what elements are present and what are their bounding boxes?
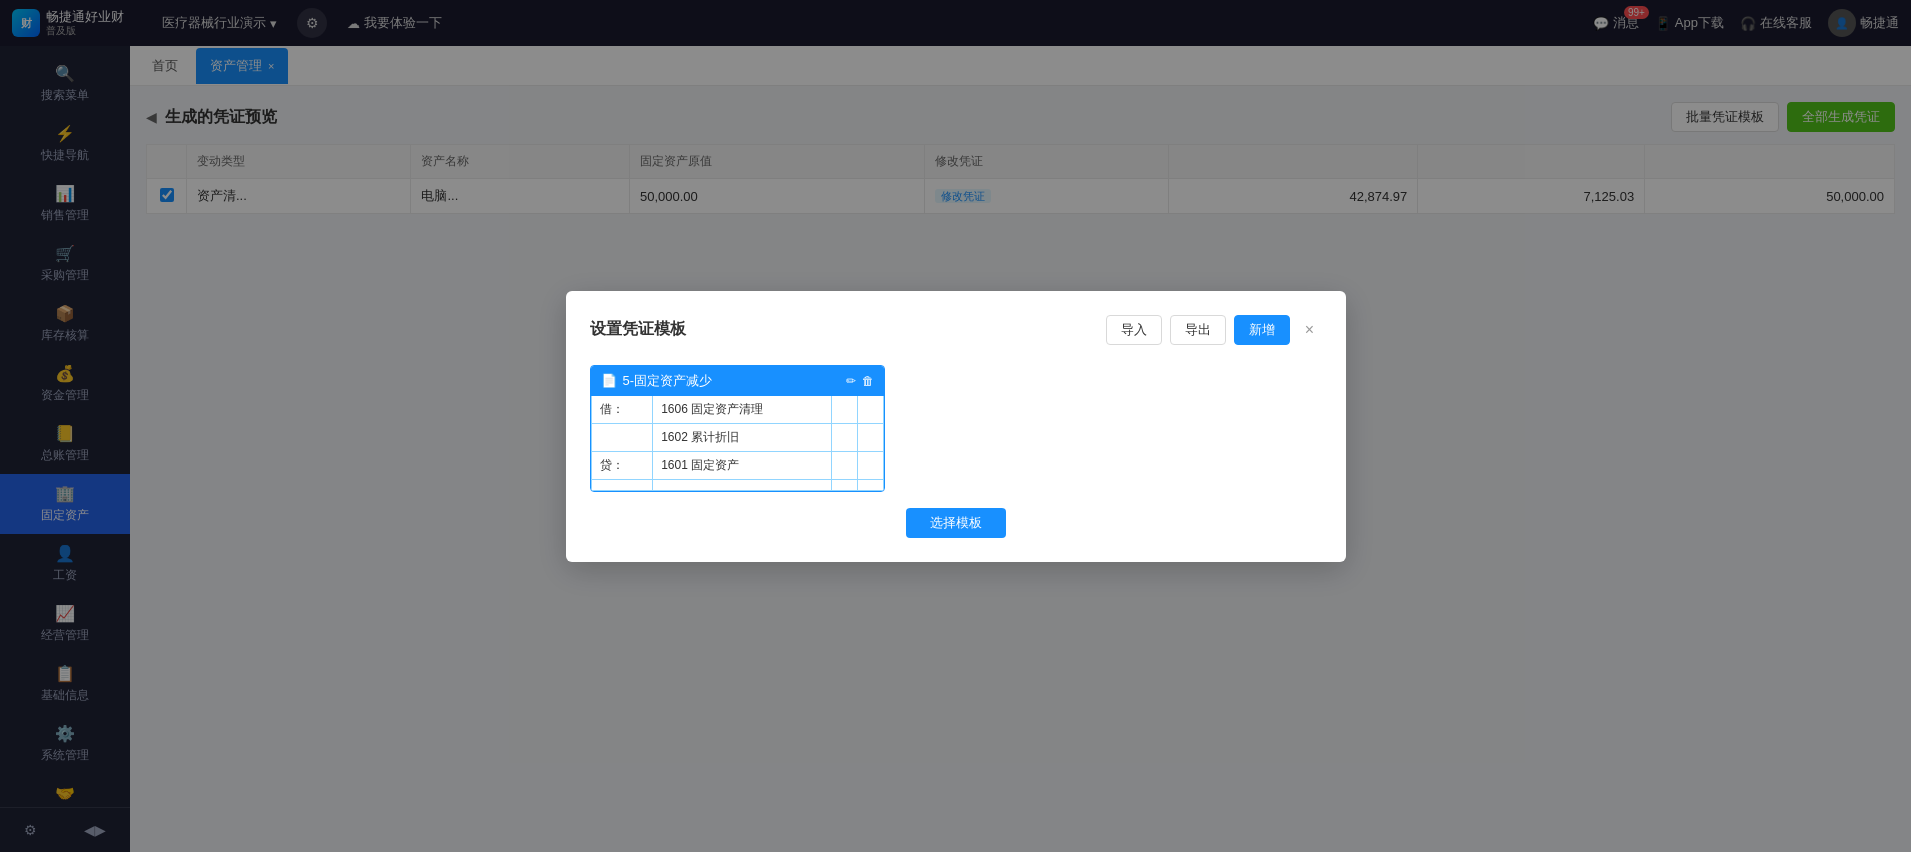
template-row-empty: [591, 479, 883, 490]
template-card-header-left: 📄 5-固定资产减少: [601, 372, 713, 390]
credit-amount-col2: [857, 451, 883, 479]
debit-label: 借：: [591, 396, 653, 424]
empty-col4: [857, 479, 883, 490]
debit-amount-col4: [857, 423, 883, 451]
credit-code-1601: 1601 固定资产: [653, 451, 832, 479]
template-card: 📄 5-固定资产减少 ✏ 🗑 借： 1606 固定资产清理 1602 累计: [590, 365, 885, 492]
debit-code-1602: 1602 累计折旧: [653, 423, 832, 451]
template-row-debit1: 借： 1606 固定资产清理: [591, 396, 883, 424]
template-row-debit2: 1602 累计折旧: [591, 423, 883, 451]
modal-overlay: 设置凭证模板 导入 导出 新增 × 📄 5-固定资产减少 ✏ 🗑: [0, 0, 1911, 852]
export-button[interactable]: 导出: [1170, 315, 1226, 345]
debit-amount-col2: [857, 396, 883, 424]
template-table: 借： 1606 固定资产清理 1602 累计折旧 贷： 1601 固定资产: [591, 396, 884, 491]
new-button[interactable]: 新增: [1234, 315, 1290, 345]
template-card-actions: ✏ 🗑: [846, 374, 874, 388]
template-delete-icon[interactable]: 🗑: [862, 374, 874, 388]
debit-code-1606: 1606 固定资产清理: [653, 396, 832, 424]
import-button[interactable]: 导入: [1106, 315, 1162, 345]
template-card-header: 📄 5-固定资产减少 ✏ 🗑: [591, 366, 884, 396]
credit-amount-col1: [832, 451, 858, 479]
modal-title: 设置凭证模板: [590, 319, 686, 340]
credit-label: 贷：: [591, 451, 653, 479]
empty-col3: [832, 479, 858, 490]
modal-actions: 导入 导出 新增: [1106, 315, 1290, 345]
debit-amount-col3: [832, 423, 858, 451]
debit-indent: [591, 423, 653, 451]
modal-close-button[interactable]: ×: [1298, 318, 1322, 342]
empty-col2: [653, 479, 832, 490]
modal-header: 设置凭证模板 导入 导出 新增 ×: [590, 315, 1322, 345]
template-file-icon: 📄: [601, 373, 617, 388]
select-template-button[interactable]: 选择模板: [906, 508, 1006, 538]
debit-amount-col1: [832, 396, 858, 424]
template-header-label: 5-固定资产减少: [623, 372, 713, 390]
template-row-credit1: 贷： 1601 固定资产: [591, 451, 883, 479]
template-edit-icon[interactable]: ✏: [846, 374, 856, 388]
empty-col1: [591, 479, 653, 490]
modal-dialog: 设置凭证模板 导入 导出 新增 × 📄 5-固定资产减少 ✏ 🗑: [566, 291, 1346, 562]
